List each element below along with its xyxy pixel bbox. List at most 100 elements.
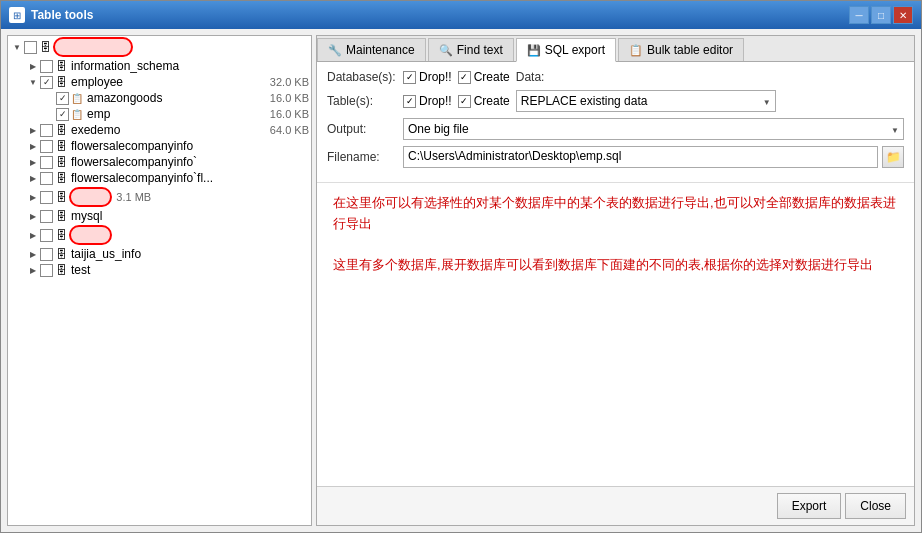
tree-checkbox-taijia[interactable]	[40, 248, 53, 261]
tree-item-employee[interactable]: employee 32.0 KB	[24, 74, 311, 90]
tree-checkbox-reddb2[interactable]	[40, 229, 53, 242]
tab-maintenance-label: Maintenance	[346, 43, 415, 57]
tab-maintenance[interactable]: 🔧 Maintenance	[317, 38, 426, 61]
output-label: Output:	[327, 122, 397, 136]
bulkeditor-icon: 📋	[629, 44, 643, 57]
bottom-bar: Export Close	[317, 486, 914, 525]
tree-item-mysql[interactable]: mysql	[24, 208, 311, 224]
tree-checkbox-flower3[interactable]	[40, 172, 53, 185]
drop2-label: Drop!!	[419, 94, 452, 108]
main-content: information_schema employee 32.0 KB amaz…	[1, 29, 921, 532]
desc-text-2: 这里有多个数据库,展开数据库可以看到数据库下面建的不同的表,根据你的选择对数据进…	[333, 255, 898, 276]
tree-item-root[interactable]	[8, 36, 311, 58]
tree-label-reddb2	[69, 225, 112, 245]
tree-size-reddb: 3.1 MB	[116, 191, 151, 203]
db-icon-flower3	[53, 171, 69, 185]
data-select-value: REPLACE existing data	[521, 94, 648, 108]
tree-checkbox-emp[interactable]	[40, 76, 53, 89]
create2-checkbox[interactable]	[458, 95, 471, 108]
tree-item-exedemo[interactable]: exedemo 64.0 KB	[24, 122, 311, 138]
drop2-checkbox-label[interactable]: Drop!!	[403, 94, 452, 108]
output-select-arrow	[891, 122, 899, 136]
create2-checkbox-label[interactable]: Create	[458, 94, 510, 108]
tree-toggle-emp[interactable]	[26, 75, 40, 89]
table-label: Table(s):	[327, 94, 397, 108]
tree-checkbox-flower2[interactable]	[40, 156, 53, 169]
tree-item-reddb2[interactable]	[24, 224, 311, 246]
tree-toggle-mysql[interactable]	[26, 209, 40, 223]
database-label: Database(s):	[327, 70, 397, 84]
tree-toggle-is[interactable]	[26, 59, 40, 73]
tab-bulkeditor-label: Bulk table editor	[647, 43, 733, 57]
db-icon-mysql	[53, 209, 69, 223]
tree-toggle-flower3[interactable]	[26, 171, 40, 185]
db-icon-reddb2	[53, 228, 69, 242]
tree-item-information_schema[interactable]: information_schema	[24, 58, 311, 74]
maximize-button[interactable]: □	[871, 6, 891, 24]
tree-item-test[interactable]: test	[24, 262, 311, 278]
tree-item-amazongoods[interactable]: amazongoods 16.0 KB	[40, 90, 311, 106]
filename-label: Filename:	[327, 150, 397, 164]
data-select[interactable]: REPLACE existing data	[516, 90, 776, 112]
tree-checkbox-test[interactable]	[40, 264, 53, 277]
tree-toggle-test[interactable]	[26, 263, 40, 277]
tree-checkbox-root[interactable]	[24, 41, 37, 54]
drop-checkbox-label[interactable]: Drop!!	[403, 70, 452, 84]
db-icon-is	[53, 59, 69, 73]
tree-toggle-amazon	[42, 91, 56, 105]
tree-item-flower3[interactable]: flowersalecompanyinfo`fl...	[24, 170, 311, 186]
tree-toggle-flower1[interactable]	[26, 139, 40, 153]
tree-label-root	[53, 37, 133, 57]
tree-item-flower1[interactable]: flowersalecompanyinfo	[24, 138, 311, 154]
tree-toggle-emp-table	[42, 107, 56, 121]
tree-checkbox-emp-table[interactable]	[56, 108, 69, 121]
table-icon-amazon	[69, 91, 85, 105]
window-controls: ─ □ ✕	[849, 6, 913, 24]
tree-label-taijia: taijia_us_info	[71, 247, 309, 261]
tab-bulk-table-editor[interactable]: 📋 Bulk table editor	[618, 38, 744, 61]
tree-item-reddb[interactable]: 3.1 MB	[24, 186, 311, 208]
window-title: Table tools	[31, 8, 93, 22]
title-bar-left: Table tools	[9, 7, 93, 23]
tree-checkbox-mysql[interactable]	[40, 210, 53, 223]
tab-bar: 🔧 Maintenance 🔍 Find text 💾 SQL export 📋…	[317, 36, 914, 62]
tree-toggle-reddb[interactable]	[26, 190, 40, 204]
close-button[interactable]: Close	[845, 493, 906, 519]
tree-checkbox-reddb[interactable]	[40, 191, 53, 204]
tree-checkbox-exedemo[interactable]	[40, 124, 53, 137]
minimize-button[interactable]: ─	[849, 6, 869, 24]
filename-input[interactable]: C:\Users\Administrator\Desktop\emp.sql	[403, 146, 878, 168]
filename-controls: C:\Users\Administrator\Desktop\emp.sql 📁	[403, 146, 904, 168]
output-select[interactable]: One big file	[403, 118, 904, 140]
tree-item-taijia[interactable]: taijia_us_info	[24, 246, 311, 262]
close-window-button[interactable]: ✕	[893, 6, 913, 24]
tree-checkbox-flower1[interactable]	[40, 140, 53, 153]
drop-checkbox[interactable]	[403, 71, 416, 84]
create-checkbox[interactable]	[458, 71, 471, 84]
export-button[interactable]: Export	[777, 493, 842, 519]
tree-label-amazon: amazongoods	[87, 91, 266, 105]
database-controls: Drop!! Create Data:	[403, 70, 904, 84]
tree-size-exedemo: 64.0 KB	[270, 124, 309, 136]
description-area: 在这里你可以有选择性的对某个数据库中的某个表的数据进行导出,也可以对全部数据库的…	[317, 183, 914, 486]
tree-toggle-flower2[interactable]	[26, 155, 40, 169]
tree-toggle-taijia[interactable]	[26, 247, 40, 261]
tree-item-emp-table[interactable]: emp 16.0 KB	[40, 106, 311, 122]
create-checkbox-label[interactable]: Create	[458, 70, 510, 84]
tree-toggle-reddb2[interactable]	[26, 228, 40, 242]
tree-label-test: test	[71, 263, 309, 277]
title-bar: Table tools ─ □ ✕	[1, 1, 921, 29]
drop2-checkbox[interactable]	[403, 95, 416, 108]
tree-item-flower2[interactable]: flowersalecompanyinfo`	[24, 154, 311, 170]
tree-toggle-root[interactable]	[10, 40, 24, 54]
filename-browse-button[interactable]: 📁	[882, 146, 904, 168]
tab-find-text[interactable]: 🔍 Find text	[428, 38, 514, 61]
tree-toggle-exedemo[interactable]	[26, 123, 40, 137]
data-label: Data:	[516, 70, 545, 84]
tab-sql-export[interactable]: 💾 SQL export	[516, 38, 616, 62]
databases-row: Database(s): Drop!! Create Data:	[327, 70, 904, 84]
tree-label-mysql: mysql	[71, 209, 309, 223]
export-form: Database(s): Drop!! Create Data:	[317, 62, 914, 183]
tree-checkbox-amazon[interactable]	[56, 92, 69, 105]
tree-checkbox-is[interactable]	[40, 60, 53, 73]
